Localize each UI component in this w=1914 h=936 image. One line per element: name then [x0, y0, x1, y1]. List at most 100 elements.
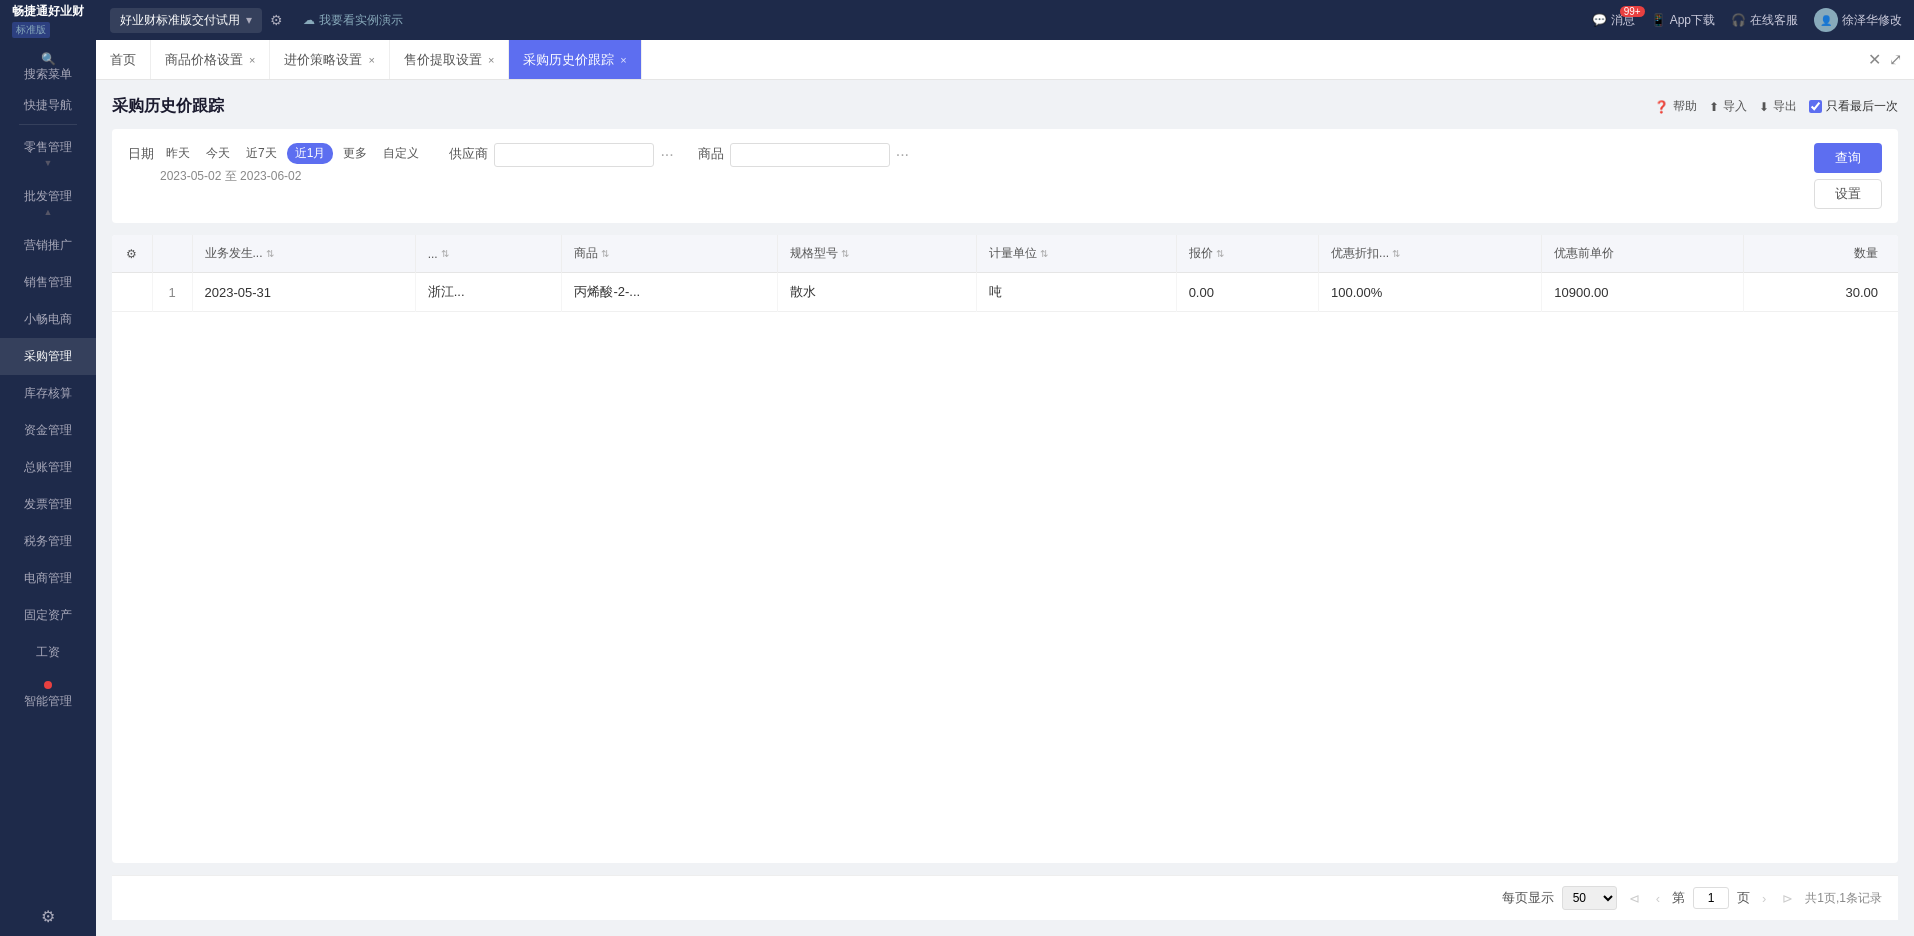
- th-discount[interactable]: 优惠折扣... ⇅: [1319, 235, 1542, 273]
- export-button[interactable]: ⬇ 导出: [1759, 98, 1797, 115]
- import-button[interactable]: ⬆ 导入: [1709, 98, 1747, 115]
- close-icon[interactable]: ×: [620, 54, 626, 66]
- sidebar-item-retail[interactable]: 零售管理 ▼: [0, 129, 96, 178]
- only-last-checkbox[interactable]: [1809, 100, 1822, 113]
- sidebar-item-purchase[interactable]: 采购管理: [0, 338, 96, 375]
- first-page-button[interactable]: ⊲: [1625, 889, 1644, 908]
- th-unit[interactable]: 计量单位 ⇅: [977, 235, 1176, 273]
- th-date[interactable]: 业务发生... ⇅: [192, 235, 415, 273]
- close-icon[interactable]: ×: [249, 54, 255, 66]
- sidebar-item-salary[interactable]: 工资: [0, 634, 96, 671]
- export-icon: ⬇: [1759, 100, 1769, 114]
- tab-sale-extract-label: 售价提取设置: [404, 51, 482, 69]
- sort-icon[interactable]: ⇅: [266, 248, 274, 259]
- expand-icon[interactable]: ⤢: [1885, 50, 1906, 69]
- th-date-label: 业务发生...: [205, 245, 263, 262]
- date-option-today[interactable]: 今天: [200, 143, 236, 164]
- online-service-label: 在线客服: [1750, 12, 1798, 29]
- prev-page-button[interactable]: ‹: [1652, 889, 1664, 908]
- page-content: 采购历史价跟踪 ❓ 帮助 ⬆ 导入 ⬇ 导出: [96, 80, 1914, 936]
- close-icon[interactable]: ×: [368, 54, 374, 66]
- td-spec: 散水: [777, 273, 976, 312]
- sidebar-item-ledger[interactable]: 总账管理: [0, 449, 96, 486]
- th-setting[interactable]: ⚙: [112, 235, 152, 273]
- tab-sale-extract[interactable]: 售价提取设置 ×: [390, 40, 509, 79]
- th-goods-label: 商品: [574, 245, 598, 262]
- th-more-label: ...: [428, 247, 438, 261]
- tab-purchase-strategy[interactable]: 进价策略设置 ×: [270, 40, 389, 79]
- sidebar-item-invoice[interactable]: 发票管理: [0, 486, 96, 523]
- edition-selector[interactable]: 好业财标准版交付试用 ▾: [110, 8, 262, 33]
- sidebar-item-intelligent[interactable]: 智能管理: [0, 671, 96, 720]
- tab-purchase-history-label: 采购历史价跟踪: [523, 51, 614, 69]
- supplier-input[interactable]: [494, 143, 654, 167]
- next-page-button[interactable]: ›: [1758, 889, 1770, 908]
- user-label: 徐泽华修改: [1842, 12, 1902, 29]
- tab-price-settings[interactable]: 商品价格设置 ×: [151, 40, 270, 79]
- per-page-select[interactable]: 50 100 200: [1562, 886, 1617, 910]
- th-goods[interactable]: 商品 ⇅: [562, 235, 777, 273]
- td-unit: 吨: [977, 273, 1176, 312]
- tab-bar-actions: ✕ ⤢: [1864, 50, 1914, 69]
- sidebar-item-sales[interactable]: 销售管理: [0, 264, 96, 301]
- sidebar-item-inventory[interactable]: 库存核算: [0, 375, 96, 412]
- sidebar-search[interactable]: 🔍 搜索菜单: [0, 40, 96, 91]
- goods-input[interactable]: [730, 143, 890, 167]
- tab-home[interactable]: 首页: [96, 40, 151, 79]
- user-menu-button[interactable]: 👤 徐泽华修改: [1814, 8, 1902, 32]
- th-spec[interactable]: 规格型号 ⇅: [777, 235, 976, 273]
- sidebar-quicknav[interactable]: 快捷导航: [0, 91, 96, 120]
- sort-icon[interactable]: ⇅: [1216, 248, 1224, 259]
- th-unit-price[interactable]: 优惠前单价: [1542, 235, 1744, 273]
- th-quantity[interactable]: 数量: [1744, 235, 1899, 273]
- th-more[interactable]: ... ⇅: [415, 235, 562, 273]
- td-unit-price: 10900.00: [1542, 273, 1744, 312]
- page-input[interactable]: [1693, 887, 1729, 909]
- sidebar-item-wholesale[interactable]: 批发管理 ▲: [0, 178, 96, 227]
- help-button[interactable]: ❓ 帮助: [1654, 98, 1697, 115]
- td-date: 2023-05-31: [192, 273, 415, 312]
- sidebar-item-assets[interactable]: 固定资产: [0, 597, 96, 634]
- supplier-more-icon[interactable]: ···: [660, 146, 673, 164]
- sidebar-item-marketing[interactable]: 营销推广: [0, 227, 96, 264]
- per-page-label: 每页显示: [1502, 889, 1554, 907]
- sort-icon[interactable]: ⇅: [601, 248, 609, 259]
- close-window-button[interactable]: ✕: [1864, 50, 1885, 69]
- sort-icon[interactable]: ⇅: [841, 248, 849, 259]
- message-button[interactable]: 💬 消息 99+: [1592, 12, 1635, 29]
- th-price[interactable]: 报价 ⇅: [1176, 235, 1318, 273]
- app-download-button[interactable]: 📱 App下载: [1651, 12, 1715, 29]
- close-icon[interactable]: ×: [488, 54, 494, 66]
- sidebar-item-label: 发票管理: [24, 496, 72, 513]
- tab-bar: 首页 商品价格设置 × 进价策略设置 × 售价提取设置 × 采购历史价跟踪 ×: [96, 40, 1914, 80]
- tab-purchase-history[interactable]: 采购历史价跟踪 ×: [509, 40, 641, 79]
- date-option-1month[interactable]: 近1月: [287, 143, 334, 164]
- date-option-more[interactable]: 更多: [337, 143, 373, 164]
- demo-button[interactable]: ☁ 我要看实例演示: [299, 12, 403, 29]
- column-setting-icon[interactable]: ⚙: [126, 247, 137, 261]
- setting-button[interactable]: 设置: [1814, 179, 1882, 209]
- date-option-yesterday[interactable]: 昨天: [160, 143, 196, 164]
- sidebar-settings-button[interactable]: ⚙: [0, 897, 96, 936]
- sort-icon[interactable]: ⇅: [1392, 248, 1400, 259]
- sort-icon[interactable]: ⇅: [1040, 248, 1048, 259]
- pagination-bar: 每页显示 50 100 200 ⊲ ‹ 第 页 › ⊳ 共1页,1条记录: [112, 875, 1898, 920]
- online-service-button[interactable]: 🎧 在线客服: [1731, 12, 1798, 29]
- goods-more-icon[interactable]: ···: [896, 146, 909, 164]
- date-option-custom[interactable]: 自定义: [377, 143, 425, 164]
- date-filter-label: 日期: [128, 143, 154, 163]
- gear-icon[interactable]: ⚙: [270, 12, 283, 28]
- query-button[interactable]: 查询: [1814, 143, 1882, 173]
- sort-icon[interactable]: ⇅: [441, 248, 449, 259]
- sidebar-item-ecommerce-xc[interactable]: 小畅电商: [0, 301, 96, 338]
- sidebar-divider: [19, 124, 77, 125]
- import-icon: ⬆: [1709, 100, 1719, 114]
- sidebar-item-finance[interactable]: 资金管理: [0, 412, 96, 449]
- last-page-button[interactable]: ⊳: [1778, 889, 1797, 908]
- sidebar-item-tax[interactable]: 税务管理: [0, 523, 96, 560]
- date-option-7days[interactable]: 近7天: [240, 143, 283, 164]
- import-label: 导入: [1723, 98, 1747, 115]
- sidebar-item-ecommerce[interactable]: 电商管理: [0, 560, 96, 597]
- page-title: 采购历史价跟踪: [112, 96, 224, 117]
- th-unit-price-label: 优惠前单价: [1554, 245, 1614, 262]
